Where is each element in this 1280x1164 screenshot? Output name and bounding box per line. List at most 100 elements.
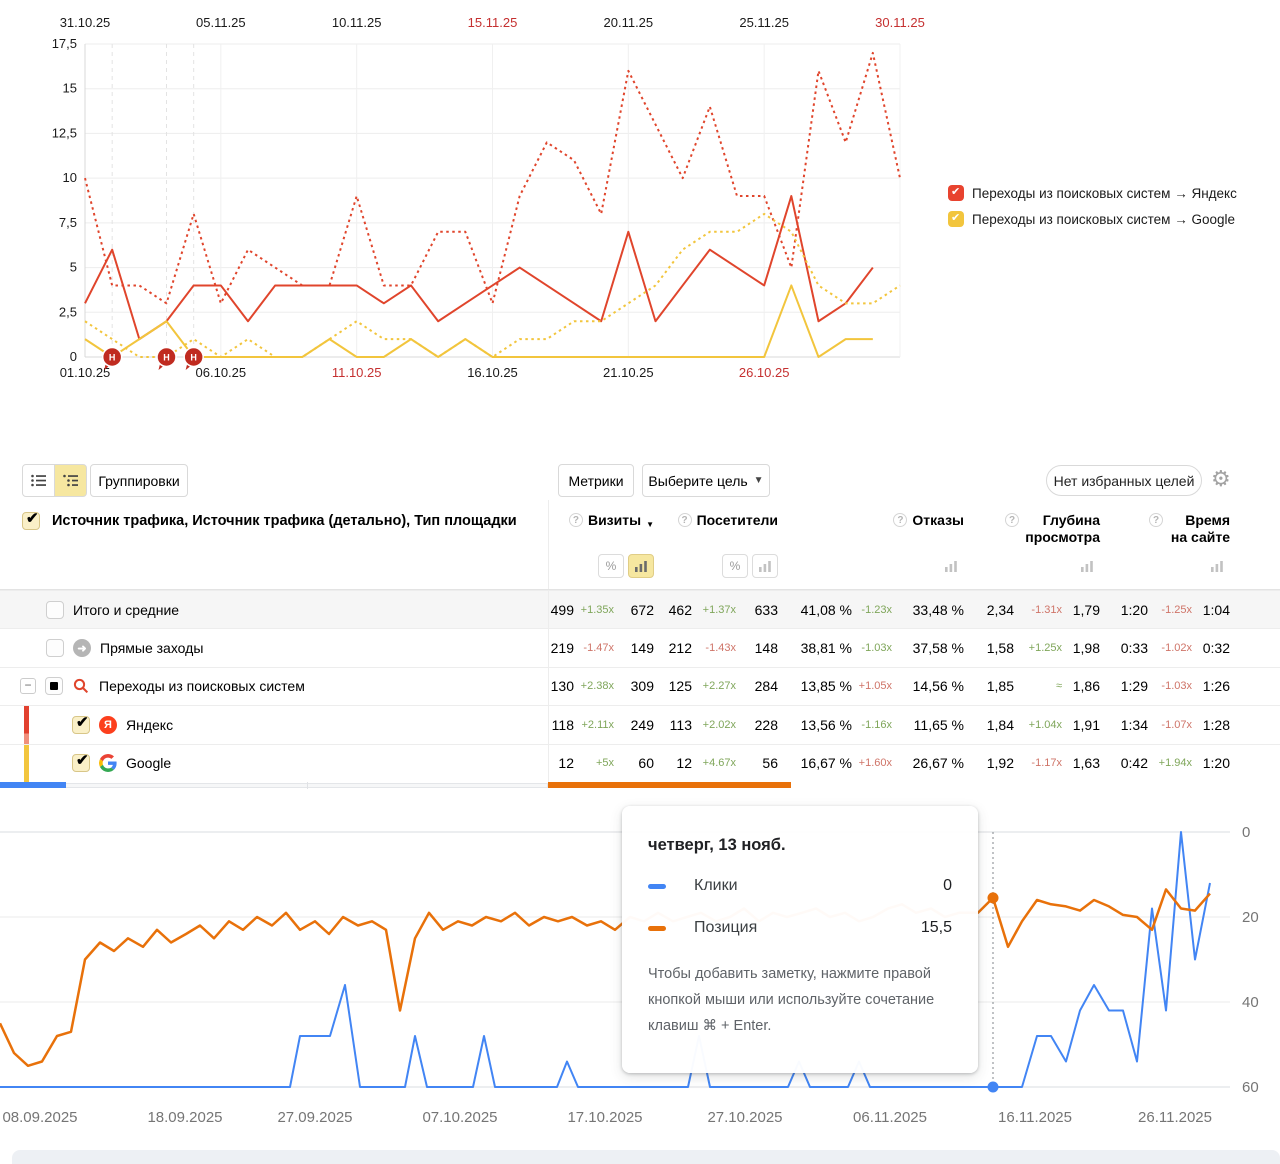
x-axis-label-top: 10.11.25 [332, 15, 382, 30]
visitors-display-toggles: % [660, 550, 784, 589]
metric-value-b: 11,65 % [913, 716, 964, 733]
help-icon[interactable]: ? [1149, 513, 1163, 527]
help-icon[interactable]: ? [893, 513, 908, 527]
row-label[interactable]: Прямые заходы [100, 640, 203, 656]
legend-item-google[interactable]: Переходы из поисковых систем → Google [948, 206, 1237, 232]
right-axis-label: 0 [1242, 824, 1250, 841]
analytics-page: 0 2,5 5 7,5 10 12,5 15 17,5 31.10.25 05.11.25 10.1… [0, 0, 1280, 1164]
google-icon [99, 754, 117, 773]
x-axis-label-bottom: 26.10.25 [739, 365, 790, 380]
metric-delta: +1.04x [1028, 718, 1062, 731]
table-row-direct[interactable]: ➜ Прямые заходы 219 -1.47x 149 212 -1.43x 14… [0, 628, 1280, 667]
checkbox-checked-icon[interactable] [948, 185, 964, 201]
x-axis-label-bottom: 16.10.25 [467, 365, 518, 380]
table-toolbar: Группировки Метрики Выберите цель ▼ Нет … [0, 464, 1280, 498]
row-checkbox[interactable] [46, 600, 64, 619]
favorite-goals-button[interactable]: Нет избранных целей [1046, 465, 1202, 496]
column-header-visits[interactable]: ? Визиты ▼ [548, 500, 660, 550]
clicks-line [0, 831, 1211, 1088]
clicks-series-icon [648, 883, 666, 889]
y-axis-label: 12,5 [52, 125, 77, 140]
search-icon [73, 679, 88, 694]
choose-goal-button[interactable]: Выберите цель ▼ [642, 464, 770, 497]
y-axis-label: 2,5 [59, 304, 77, 319]
x-axis-label-top: 20.11.25 [604, 15, 654, 30]
help-icon[interactable]: ? [568, 513, 583, 527]
position-line [0, 888, 1211, 1068]
collapse-row-button[interactable]: − [20, 678, 36, 695]
legend-item-yandex[interactable]: Переходы из поисковых систем → Яндекс [948, 180, 1237, 206]
metric-value: 125 [668, 678, 692, 695]
bars-toggle[interactable] [938, 554, 964, 578]
bars-toggle[interactable] [752, 554, 778, 578]
help-icon[interactable]: ? [1005, 513, 1019, 527]
metric-delta: +2.27x [702, 680, 736, 693]
y-axis-label: 5 [70, 260, 77, 275]
column-header-depth[interactable]: ? Глубина просмотра [970, 500, 1106, 550]
list-view-button[interactable] [22, 464, 55, 497]
x-axis-label-bottom: 01.10.25 [60, 365, 111, 380]
metric-delta: -1.47x [583, 642, 614, 655]
metric-value: 1:34 [1120, 716, 1148, 733]
row-checkbox[interactable] [46, 639, 64, 658]
bar-chart-icon [945, 561, 957, 572]
position-card-indicator[interactable] [548, 782, 791, 788]
metric-delta: -1.07x [1161, 718, 1192, 731]
row-label-cell: Google [0, 744, 548, 782]
x-axis-label: 16.11.2025 [998, 1109, 1072, 1126]
percent-toggle[interactable]: % [722, 554, 748, 578]
x-axis-label: 17.10.2025 [567, 1109, 642, 1126]
clicks-hover-dot[interactable] [987, 1081, 999, 1093]
table-row-search[interactable]: − Переходы из поисковых систем 130 +2.38x… [0, 666, 1280, 706]
bar-chart-icon [759, 561, 771, 572]
column-header-time[interactable]: ? Время на сайте [1106, 500, 1236, 550]
column-header-bounce[interactable]: ? Отказы [784, 500, 970, 550]
metric-value: 0:42 [1120, 755, 1148, 772]
groupings-button[interactable]: Группировки [90, 464, 188, 497]
column-header-visitors[interactable]: ? Посетители [660, 500, 784, 550]
position-hover-dot[interactable] [987, 892, 999, 904]
x-axis-label-top: 25.11.25 [739, 15, 789, 30]
series-color-bar [24, 744, 29, 782]
tooltip-metric-label: Клики [694, 877, 738, 894]
metric-value: 2,34 [986, 601, 1014, 618]
x-axis-label: 08.09.2025 [2, 1109, 77, 1126]
row-checkbox-checked[interactable] [72, 751, 90, 773]
x-axis-label-top: 05.11.25 [196, 15, 246, 30]
list-icon [31, 474, 46, 487]
clicks-card-indicator[interactable] [0, 782, 66, 788]
table-row-totals[interactable]: Итого и средние 499 +1.35x 672 462 +1.37x 63… [0, 590, 1280, 629]
checkbox-checked-icon[interactable] [948, 211, 964, 227]
row-label[interactable]: Переходы из поисковых систем [99, 678, 305, 694]
metric-delta: ≈ [1055, 680, 1062, 693]
gear-icon[interactable]: ⚙ [1211, 468, 1231, 490]
row-label-cell: Итого и средние [0, 591, 548, 628]
visits-display-toggles: % [548, 550, 660, 589]
tree-view-button[interactable] [54, 464, 87, 497]
select-all-checkbox[interactable] [22, 509, 40, 530]
metric-value: 1,92 [986, 755, 1014, 772]
bars-toggle[interactable] [1074, 554, 1100, 578]
tooltip-clicks-row: Клики 0 [648, 877, 952, 895]
table-header-toggles: % % [0, 550, 1280, 590]
column-label: Посетители [696, 512, 778, 528]
metric-delta: +1.35x [580, 603, 614, 616]
metrics-button[interactable]: Метрики [558, 464, 634, 497]
metric-value-b: 14,56 % [912, 678, 964, 695]
percent-toggle[interactable]: % [598, 554, 624, 578]
metric-value: 1:29 [1120, 678, 1148, 695]
metric-delta: -1.31x [1031, 603, 1062, 616]
table-row-yandex[interactable]: Я Яндекс 118 +2.11x 249 113 +2.02x 228 13,56… [0, 705, 1280, 744]
bars-toggle[interactable] [1204, 554, 1230, 578]
metric-delta: +2.11x [581, 718, 614, 731]
help-icon[interactable]: ? [677, 513, 692, 527]
metric-delta: +5x [595, 757, 614, 770]
row-label[interactable]: Яндекс [126, 717, 173, 733]
table-header-row: Источник трафика, Источник трафика (дета… [0, 500, 1280, 550]
row-checkbox-checked[interactable] [72, 713, 90, 734]
row-checkbox-indeterminate[interactable] [45, 677, 63, 696]
chart-tooltip: четверг, 13 нояб. Клики 0 Позиция 15,5 Ч… [622, 806, 978, 1073]
bars-toggle[interactable] [628, 554, 654, 578]
table-row-google[interactable]: Google 12 +5x 60 12 +4.67x 56 16,67 % +1.60x 2… [0, 743, 1280, 782]
row-label[interactable]: Google [126, 755, 171, 771]
